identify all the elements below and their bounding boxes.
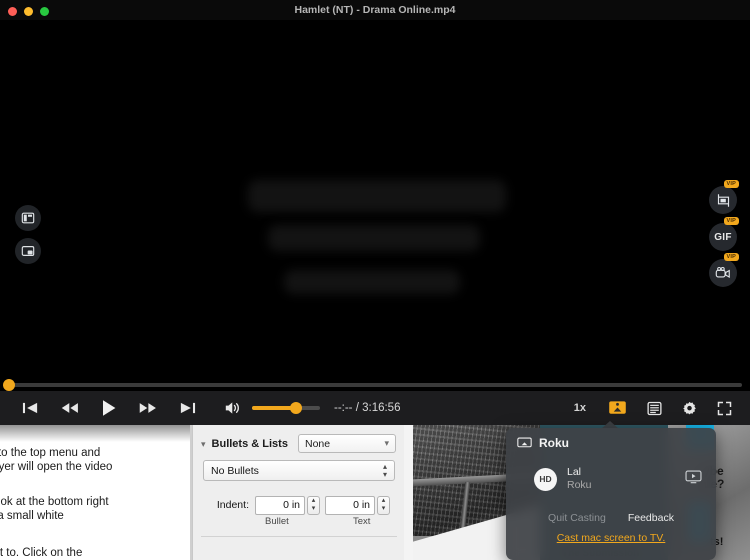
rewind-button[interactable]	[61, 401, 79, 415]
list-preset-value: None	[305, 437, 331, 450]
feedback-button[interactable]: Feedback	[628, 512, 674, 524]
volume-slider[interactable]	[252, 402, 320, 414]
cast-screen-icon	[517, 437, 532, 447]
time-display: --:-- / 3:16:56	[334, 402, 401, 414]
bullet-indent-input[interactable]: 0 in	[255, 495, 305, 515]
gif-tool[interactable]: GIF VIP	[709, 217, 739, 251]
text-indent-stepper[interactable]: ▴ ▾	[377, 495, 390, 515]
volume-slider-fill	[252, 406, 294, 410]
window-titlebar: Hamlet (NT) - Drama Online.mp4	[0, 0, 750, 20]
text-indent-input[interactable]: 0 in	[325, 495, 375, 515]
indent-label: Indent:	[216, 499, 249, 511]
bullet-indent-stepper[interactable]: ▴ ▾	[307, 495, 320, 515]
fullscreen-button[interactable]	[717, 401, 732, 416]
device-text: Lal Roku	[567, 466, 592, 492]
chevron-down-icon: ▾	[384, 438, 389, 448]
chevron-down-icon: ▾	[201, 438, 206, 449]
cast-popup-header: Roku	[517, 436, 569, 450]
speaker-icon	[225, 402, 239, 414]
text-sublabel: Text	[353, 516, 371, 527]
playlist-icon	[647, 401, 662, 415]
vip-badge: VIP	[723, 217, 739, 225]
document-paragraph-3: cast to. Click on the	[0, 547, 83, 559]
play-button[interactable]	[101, 399, 117, 417]
play-icon	[103, 400, 116, 416]
bullets-lists-title: Bullets & Lists	[211, 438, 288, 450]
document-paragraph-2: t, look at the bottom right ke a small w…	[0, 496, 109, 522]
playlist-button[interactable]	[647, 401, 662, 416]
video-camera-icon	[715, 266, 730, 278]
video-frame-shape	[284, 270, 460, 294]
settings-button[interactable]	[682, 401, 697, 416]
video-player-window: Hamlet (NT) - Drama Online.mp4 Preview i…	[0, 0, 750, 425]
bullet-type-select[interactable]: No Bullets ▴ ▾	[203, 460, 395, 481]
updown-chevrons-icon: ▴ ▾	[382, 461, 387, 479]
cast-popup: Roku HD Lal Roku Quit Casting Feedback C…	[506, 428, 716, 560]
cast-device-row[interactable]: HD Lal Roku	[516, 462, 708, 496]
fullscreen-icon	[717, 401, 732, 415]
quit-casting-button[interactable]: Quit Casting	[548, 512, 606, 524]
player-control-bar: --:-- / 3:16:56 1x	[0, 391, 750, 425]
rewind-icon	[61, 403, 78, 413]
playlist-panel-toggle[interactable]	[15, 205, 41, 231]
fast-forward-button[interactable]	[139, 401, 157, 415]
cast-popup-footer: Quit Casting Feedback	[506, 512, 716, 524]
indent-row: Indent: 0 in ▴ ▾ 0 in ▴ ▾	[203, 494, 395, 516]
crop-screenshot-icon	[717, 193, 729, 207]
fast-forward-icon	[139, 403, 156, 413]
format-inspector-panel: ▾ Bullets & Lists None ▾ No Bullets ▴ ▾ I…	[192, 424, 404, 560]
window-title: Hamlet (NT) - Drama Online.mp4	[294, 4, 456, 16]
bullet-sublabel: Bullet	[265, 516, 289, 527]
device-hd-badge: HD	[534, 467, 557, 491]
progress-scrubber-handle[interactable]	[3, 379, 15, 391]
cast-active-icon	[609, 401, 626, 414]
cast-popup-title: Roku	[539, 436, 569, 450]
vip-badge: VIP	[723, 180, 739, 188]
progress-track[interactable]	[8, 383, 742, 387]
bullet-type-value: No Bullets	[211, 464, 259, 477]
progress-bar[interactable]	[0, 379, 750, 391]
gear-icon	[683, 401, 696, 414]
picture-in-picture-icon	[21, 246, 35, 256]
skip-previous-icon	[22, 402, 38, 414]
skip-next-icon	[180, 402, 196, 414]
document-paragraph-1: go to the top menu and Player will open …	[0, 447, 113, 473]
record-tool[interactable]: VIP	[709, 253, 739, 287]
background-document: go to the top menu and Player will open …	[0, 424, 190, 560]
screen-root: go to the top menu and Player will open …	[0, 0, 750, 560]
play-on-device-button[interactable]	[685, 470, 702, 489]
device-name: Lal	[567, 466, 582, 478]
play-on-tv-icon	[685, 470, 702, 483]
list-preset-select[interactable]: None ▾	[298, 434, 396, 453]
video-frame-shape	[248, 180, 506, 212]
video-frame-shape	[268, 225, 480, 251]
volume-button[interactable]	[224, 400, 242, 416]
pip-toggle[interactable]	[15, 238, 41, 264]
video-canvas[interactable]: VIP GIF VIP VIP	[0, 20, 750, 375]
inspector-divider	[201, 536, 397, 537]
gif-icon: GIF	[714, 231, 732, 243]
volume-slider-handle[interactable]	[290, 402, 302, 414]
cast-mac-screen-link[interactable]: Cast mac screen to TV.	[506, 532, 716, 544]
vip-badge: VIP	[723, 253, 739, 261]
cast-button[interactable]	[608, 400, 627, 416]
playback-speed-button[interactable]: 1x	[574, 402, 586, 414]
previous-track-button[interactable]	[22, 401, 39, 415]
device-subtitle: Roku	[567, 479, 592, 491]
screenshot-tool[interactable]: VIP	[709, 180, 739, 214]
document-fade	[0, 424, 190, 442]
next-track-button[interactable]	[179, 401, 196, 415]
sidebar-layout-icon	[21, 212, 35, 224]
